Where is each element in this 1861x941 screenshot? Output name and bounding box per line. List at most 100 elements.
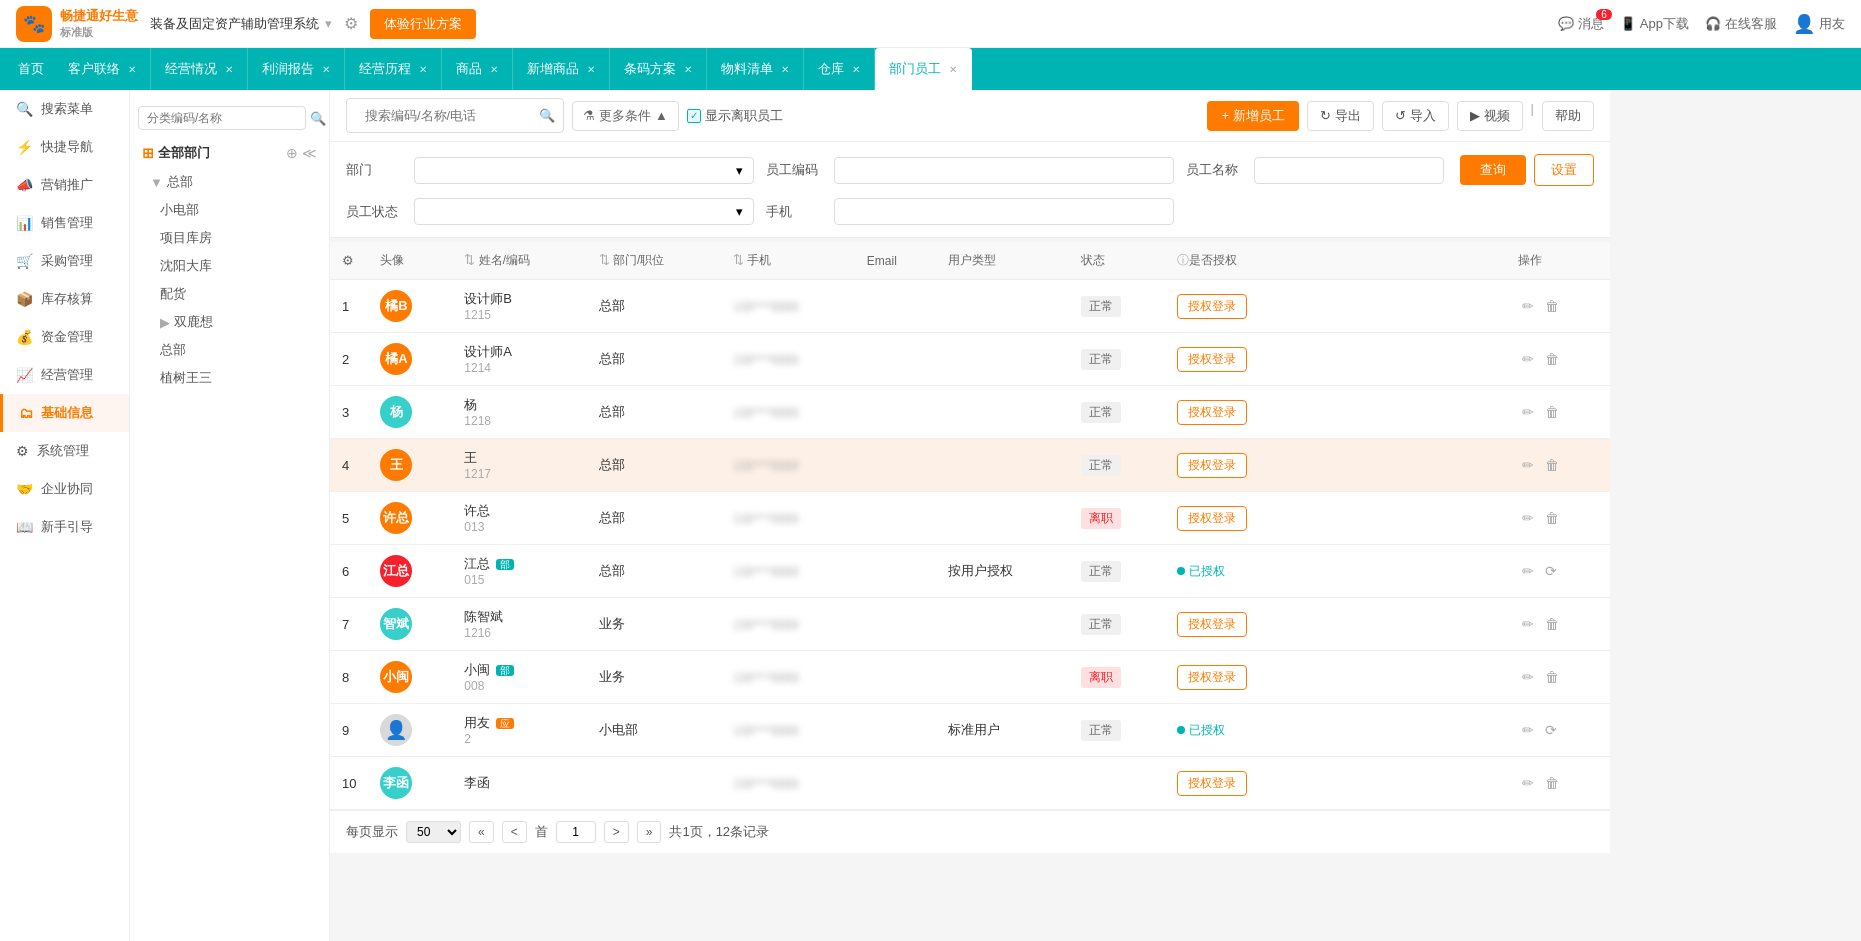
edit-btn[interactable]: ✏ <box>1518 349 1538 369</box>
empstatus-filter-select[interactable]: ▾ <box>414 198 754 225</box>
first-page-btn[interactable]: « <box>469 821 494 843</box>
dept-node-xiaodiandbu[interactable]: 小电部 <box>130 196 329 224</box>
delete-btn[interactable]: ⟳ <box>1541 561 1561 581</box>
tab-customer[interactable]: 客户联络✕ <box>54 48 151 90</box>
auth-btn[interactable]: 授权登录 <box>1177 506 1247 531</box>
tab-department[interactable]: 部门员工✕ <box>875 48 972 90</box>
set-btn[interactable]: 设置 <box>1534 154 1594 186</box>
edit-btn[interactable]: ✏ <box>1518 773 1538 793</box>
delete-btn[interactable]: 🗑 <box>1541 455 1563 475</box>
add-employee-btn[interactable]: + 新增员工 <box>1207 101 1298 131</box>
prev-page-btn[interactable]: < <box>502 821 527 843</box>
delete-btn[interactable]: 🗑 <box>1541 614 1563 634</box>
sidebar-item-inventory[interactable]: 📦 库存核算 <box>0 280 129 318</box>
auth-btn[interactable]: 授权登录 <box>1177 665 1247 690</box>
tab-process[interactable]: 经营历程✕ <box>345 48 442 90</box>
dept-search-icon[interactable]: 🔍 <box>310 111 326 126</box>
tab-goods[interactable]: 商品✕ <box>442 48 513 90</box>
import-btn[interactable]: ↺ 导入 <box>1382 101 1449 131</box>
delete-btn[interactable]: 🗑 <box>1541 508 1563 528</box>
edit-btn[interactable]: ✏ <box>1518 508 1538 528</box>
dept-filter-select[interactable]: ▾ <box>414 157 754 184</box>
tab-warehouse[interactable]: 仓库✕ <box>804 48 875 90</box>
edit-btn[interactable]: ✏ <box>1518 402 1538 422</box>
app-download-area[interactable]: 📱 App下载 <box>1620 15 1689 33</box>
dept-search-input[interactable] <box>138 106 306 130</box>
edit-btn[interactable]: ✏ <box>1518 296 1538 316</box>
edit-btn[interactable]: ✏ <box>1518 667 1538 687</box>
tab-warehouse-close[interactable]: ✕ <box>852 64 860 75</box>
col-settings[interactable]: ⚙ <box>330 242 368 280</box>
sidebar-item-marketing[interactable]: 📣 营销推广 <box>0 166 129 204</box>
auth-btn[interactable]: 授权登录 <box>1177 294 1247 319</box>
more-filter-btn[interactable]: ⚗ 更多条件 ▲ <box>572 101 679 131</box>
help-btn[interactable]: 帮助 <box>1542 101 1594 131</box>
dept-node-xiangmukufang[interactable]: 项目库房 <box>130 224 329 252</box>
last-page-btn[interactable]: » <box>637 821 662 843</box>
tab-ops-close[interactable]: ✕ <box>225 64 233 75</box>
sidebar-item-sales[interactable]: 📊 销售管理 <box>0 204 129 242</box>
edit-btn[interactable]: ✏ <box>1518 720 1538 740</box>
show-leave-checkbox-label[interactable]: 显示离职员工 <box>687 107 783 125</box>
tab-profit-close[interactable]: ✕ <box>322 64 330 75</box>
auth-btn[interactable]: 授权登录 <box>1177 612 1247 637</box>
tab-operations[interactable]: 经营情况✕ <box>151 48 248 90</box>
sidebar-item-search[interactable]: 🔍 搜索菜单 <box>0 90 129 128</box>
dept-collapse-btn[interactable]: ≪ <box>302 145 317 161</box>
sidebar-item-purchase[interactable]: 🛒 采购管理 <box>0 242 129 280</box>
sidebar-item-management[interactable]: 📈 经营管理 <box>0 356 129 394</box>
page-input[interactable] <box>556 821 596 843</box>
tab-add-goods[interactable]: 新增商品✕ <box>513 48 610 90</box>
auth-btn[interactable]: 授权登录 <box>1177 771 1247 796</box>
tab-dept-close[interactable]: ✕ <box>949 64 957 75</box>
tab-add-goods-close[interactable]: ✕ <box>587 64 595 75</box>
dept-node-zhishu[interactable]: 植树王三 <box>130 364 329 392</box>
col-dept[interactable]: ⇅ 部门/职位 <box>587 242 721 280</box>
dept-node-peihuo[interactable]: 配货 <box>130 280 329 308</box>
delete-btn[interactable]: 🗑 <box>1541 667 1563 687</box>
sidebar-item-collab[interactable]: 🤝 企业协同 <box>0 470 129 508</box>
tab-process-close[interactable]: ✕ <box>419 64 427 75</box>
sidebar-item-guide[interactable]: 📖 新手引导 <box>0 508 129 546</box>
show-leave-checkbox[interactable] <box>687 109 701 123</box>
system-dropdown-icon[interactable]: ▾ <box>325 16 332 31</box>
tab-bom-close[interactable]: ✕ <box>781 64 789 75</box>
tab-goods-close[interactable]: ✕ <box>490 64 498 75</box>
dept-add-btn[interactable]: ⊕ <box>286 145 298 161</box>
tab-barcode[interactable]: 条码方案✕ <box>610 48 707 90</box>
empcode-filter-input[interactable] <box>834 157 1174 184</box>
online-service-area[interactable]: 🎧 在线客服 <box>1705 15 1777 33</box>
tab-bom[interactable]: 物料清单✕ <box>707 48 804 90</box>
search-submit-icon[interactable]: 🔍 <box>539 108 555 123</box>
sidebar-item-finance[interactable]: 💰 资金管理 <box>0 318 129 356</box>
delete-btn[interactable]: 🗑 <box>1541 402 1563 422</box>
sidebar-item-quicknav[interactable]: ⚡ 快捷导航 <box>0 128 129 166</box>
per-page-select[interactable]: 50 100 <box>406 821 461 843</box>
col-phone[interactable]: ⇅ 手机 <box>721 242 855 280</box>
dept-node-shenyangdaku[interactable]: 沈阳大库 <box>130 252 329 280</box>
next-page-btn[interactable]: > <box>604 821 629 843</box>
tab-profit[interactable]: 利润报告✕ <box>248 48 345 90</box>
delete-btn[interactable]: 🗑 <box>1541 349 1563 369</box>
search-btn[interactable]: 查询 <box>1460 155 1526 185</box>
search-input[interactable] <box>355 103 535 128</box>
info-icon[interactable]: ⓘ <box>1177 253 1189 267</box>
trial-button[interactable]: 体验行业方案 <box>370 9 476 39</box>
edit-btn[interactable]: ✏ <box>1518 455 1538 475</box>
view-btn[interactable]: ▶ 视频 <box>1457 101 1523 131</box>
phone-filter-input[interactable] <box>834 198 1174 225</box>
settings-icon[interactable]: ⚙ <box>344 14 358 33</box>
empname-filter-input[interactable] <box>1254 157 1444 184</box>
sidebar-item-base[interactable]: 🗂 基础信息 <box>0 394 129 432</box>
auth-btn[interactable]: 授权登录 <box>1177 453 1247 478</box>
tab-home[interactable]: 首页 <box>8 48 54 90</box>
dept-node-zongbu-parent[interactable]: ▼ 总部 <box>130 168 329 196</box>
export-btn[interactable]: ↻ 导出 <box>1307 101 1374 131</box>
sidebar-item-system[interactable]: ⚙ 系统管理 <box>0 432 129 470</box>
delete-btn[interactable]: 🗑 <box>1541 296 1563 316</box>
auth-btn[interactable]: 授权登录 <box>1177 347 1247 372</box>
edit-btn[interactable]: ✏ <box>1518 614 1538 634</box>
delete-btn[interactable]: ⟳ <box>1541 720 1561 740</box>
auth-btn[interactable]: 授权登录 <box>1177 400 1247 425</box>
user-area[interactable]: 👤 用友 <box>1793 13 1845 35</box>
